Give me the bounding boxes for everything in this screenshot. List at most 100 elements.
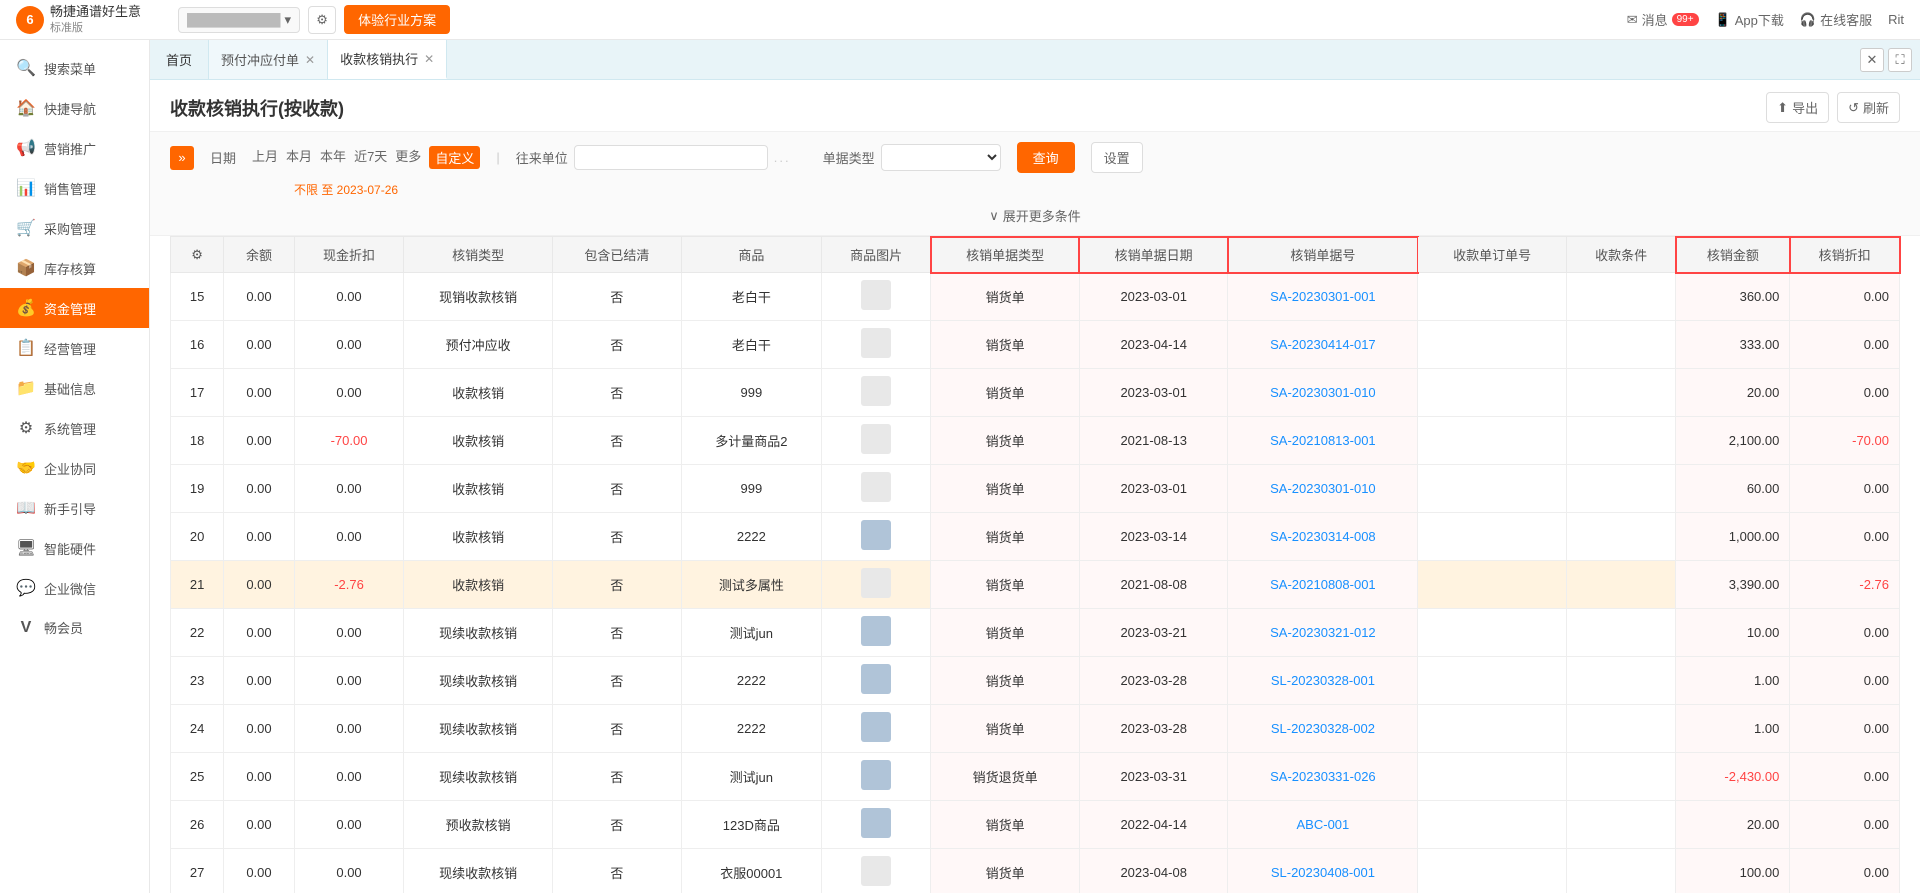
page-title: 收款核销执行(按收款): [170, 95, 344, 121]
sidebar-item-basic[interactable]: 📁 基础信息: [0, 368, 149, 408]
bill-no-link[interactable]: ABC-001: [1297, 817, 1350, 832]
cell-cancel-bill-no[interactable]: SL-20230328-002: [1228, 705, 1418, 753]
bill-no-link[interactable]: SA-20210808-001: [1270, 577, 1376, 592]
cell-cancel-bill-no[interactable]: SA-20230301-010: [1228, 465, 1418, 513]
cell-cancel-bill-no[interactable]: SL-20230408-001: [1228, 849, 1418, 893]
sidebar-item-quicknav[interactable]: 🏠 快捷导航: [0, 88, 149, 128]
expand-filter-button[interactable]: »: [170, 146, 194, 170]
date-this-month[interactable]: 本月: [286, 146, 312, 169]
app-download-button[interactable]: 📱 App下载: [1715, 10, 1784, 29]
cell-cancel-bill-no[interactable]: ABC-001: [1228, 801, 1418, 849]
cell-cancel-bill-no[interactable]: SA-20230414-017: [1228, 321, 1418, 369]
sidebar-item-hardware[interactable]: 🖥 智能硬件: [0, 528, 149, 568]
sidebar-item-newguide[interactable]: 📖 新手引导: [0, 488, 149, 528]
bill-no-link[interactable]: SA-20230321-012: [1270, 625, 1376, 640]
refresh-button[interactable]: ↺ 刷新: [1837, 92, 1900, 123]
cell-cancel-amount: 100.00: [1676, 849, 1790, 893]
col-settings[interactable]: ⚙: [171, 237, 224, 273]
bill-no-link[interactable]: SA-20210813-001: [1270, 433, 1376, 448]
cell-cancel-bill-type: 销货单: [931, 513, 1080, 561]
tab-prepay[interactable]: 预付冲应付单 ✕: [209, 40, 328, 79]
cell-cancel-bill-date: 2021-08-13: [1079, 417, 1228, 465]
query-button[interactable]: 查询: [1017, 142, 1075, 173]
bill-no-link[interactable]: SA-20230301-010: [1270, 385, 1376, 400]
col-receipt-order-no: 收款单订单号: [1418, 237, 1567, 273]
from-unit-input[interactable]: [574, 145, 768, 170]
trial-button[interactable]: 体验行业方案: [344, 5, 450, 34]
bill-no-link[interactable]: SL-20230328-002: [1271, 721, 1375, 736]
bill-no-link[interactable]: SA-20230301-010: [1270, 481, 1376, 496]
sidebar-item-sales[interactable]: 📊 销售管理: [0, 168, 149, 208]
message-button[interactable]: ✉ 消息 99+: [1627, 10, 1699, 29]
sidebar-item-search[interactable]: 🔍 搜索菜单: [0, 48, 149, 88]
table-row: 27 0.00 0.00 现续收款核销 否 衣服00001 销货单 2023-0…: [171, 849, 1900, 893]
handshake-icon: 🤝: [16, 458, 36, 478]
cell-cancel-type: 预收款核销: [404, 801, 553, 849]
user-name[interactable]: Rit: [1888, 12, 1904, 27]
cell-cash-discount: 0.00: [294, 369, 404, 417]
cell-goods-img: [821, 321, 931, 369]
sidebar-item-wechat[interactable]: 💬 企业微信: [0, 568, 149, 608]
cell-cancel-bill-no[interactable]: SA-20210813-001: [1228, 417, 1418, 465]
tab-cancel[interactable]: 收款核销执行 ✕: [328, 40, 447, 79]
cell-cancel-bill-type: 销货单: [931, 321, 1080, 369]
cell-cancel-bill-type: 销货单: [931, 273, 1080, 321]
cell-cancel-bill-no[interactable]: SA-20230314-008: [1228, 513, 1418, 561]
single-type-select[interactable]: [881, 144, 1001, 171]
table-container[interactable]: ⚙ 余额 现金折扣 核销类型 包含已结清 商品 商品图片 核销单据类型 核销单据…: [150, 236, 1920, 893]
cell-cancel-discount: 0.00: [1790, 609, 1900, 657]
sidebar-item-finance[interactable]: 💰 资金管理: [0, 288, 149, 328]
logo-icon: 6: [16, 6, 44, 34]
cell-receipt-order-no: [1418, 273, 1567, 321]
sidebar-item-system[interactable]: ⚙ 系统管理: [0, 408, 149, 448]
sidebar-item-purchase[interactable]: 🛒 采购管理: [0, 208, 149, 248]
date-7days[interactable]: 近7天: [354, 146, 387, 169]
gear-button[interactable]: ⚙: [308, 6, 336, 34]
cell-goods-img: [821, 705, 931, 753]
cell-cancel-bill-no[interactable]: SA-20230331-026: [1228, 753, 1418, 801]
cell-cancel-bill-no[interactable]: SA-20230321-012: [1228, 609, 1418, 657]
member-icon: V: [16, 619, 36, 637]
date-custom[interactable]: 自定义: [429, 146, 480, 169]
bill-no-link[interactable]: SA-20230414-017: [1270, 337, 1376, 352]
date-last-month[interactable]: 上月: [252, 146, 278, 169]
cell-cancel-bill-no[interactable]: SA-20230301-010: [1228, 369, 1418, 417]
sidebar-item-inventory[interactable]: 📦 库存核算: [0, 248, 149, 288]
bill-no-link[interactable]: SA-20230314-008: [1270, 529, 1376, 544]
company-selector[interactable]: ███████████ ▾: [178, 7, 300, 33]
cell-goods-img: [821, 465, 931, 513]
cell-cancel-amount: 10.00: [1676, 609, 1790, 657]
cell-cancel-discount: 0.00: [1790, 513, 1900, 561]
sidebar-item-enterprise[interactable]: 🤝 企业协同: [0, 448, 149, 488]
cell-id: 21: [171, 561, 224, 609]
cell-cancel-bill-no[interactable]: SA-20230301-001: [1228, 273, 1418, 321]
cell-cancel-amount: 1,000.00: [1676, 513, 1790, 561]
online-service-button[interactable]: 🎧 在线客服: [1800, 10, 1872, 29]
book-icon: 📖: [16, 498, 36, 518]
cell-goods-img: [821, 609, 931, 657]
content-area: 首页 预付冲应付单 ✕ 收款核销执行 ✕ ✕ ⛶ 收款核销执行(按收款): [150, 40, 1920, 893]
close-tab-button[interactable]: ✕: [1860, 48, 1884, 72]
maximize-tab-button[interactable]: ⛶: [1888, 48, 1912, 72]
sidebar-item-operations[interactable]: 📋 经营管理: [0, 328, 149, 368]
cell-cancel-bill-no[interactable]: SA-20210808-001: [1228, 561, 1418, 609]
table-row: 16 0.00 0.00 预付冲应收 否 老白干 销货单 2023-04-14 …: [171, 321, 1900, 369]
cell-cancel-bill-date: 2023-03-01: [1079, 465, 1228, 513]
cell-cancel-bill-no[interactable]: SL-20230328-001: [1228, 657, 1418, 705]
bill-no-link[interactable]: SA-20230301-001: [1270, 289, 1376, 304]
date-this-year[interactable]: 本年: [320, 146, 346, 169]
folder-icon: 📁: [16, 378, 36, 398]
tab-close-prepay[interactable]: ✕: [305, 53, 315, 67]
filter-settings-button[interactable]: 设置: [1091, 142, 1143, 173]
tab-home[interactable]: 首页: [150, 40, 209, 79]
col-goods-img: 商品图片: [821, 237, 931, 273]
sidebar-item-marketing[interactable]: 📢 营销推广: [0, 128, 149, 168]
bill-no-link[interactable]: SL-20230328-001: [1271, 673, 1375, 688]
bill-no-link[interactable]: SA-20230331-026: [1270, 769, 1376, 784]
expand-more-button[interactable]: ∨ 展开更多条件: [989, 206, 1081, 225]
export-button[interactable]: ⬆ 导出: [1766, 92, 1829, 123]
sidebar-item-member[interactable]: V 畅会员: [0, 608, 149, 647]
bill-no-link[interactable]: SL-20230408-001: [1271, 865, 1375, 880]
tab-close-cancel[interactable]: ✕: [424, 52, 434, 66]
date-more[interactable]: 更多: [395, 146, 421, 169]
